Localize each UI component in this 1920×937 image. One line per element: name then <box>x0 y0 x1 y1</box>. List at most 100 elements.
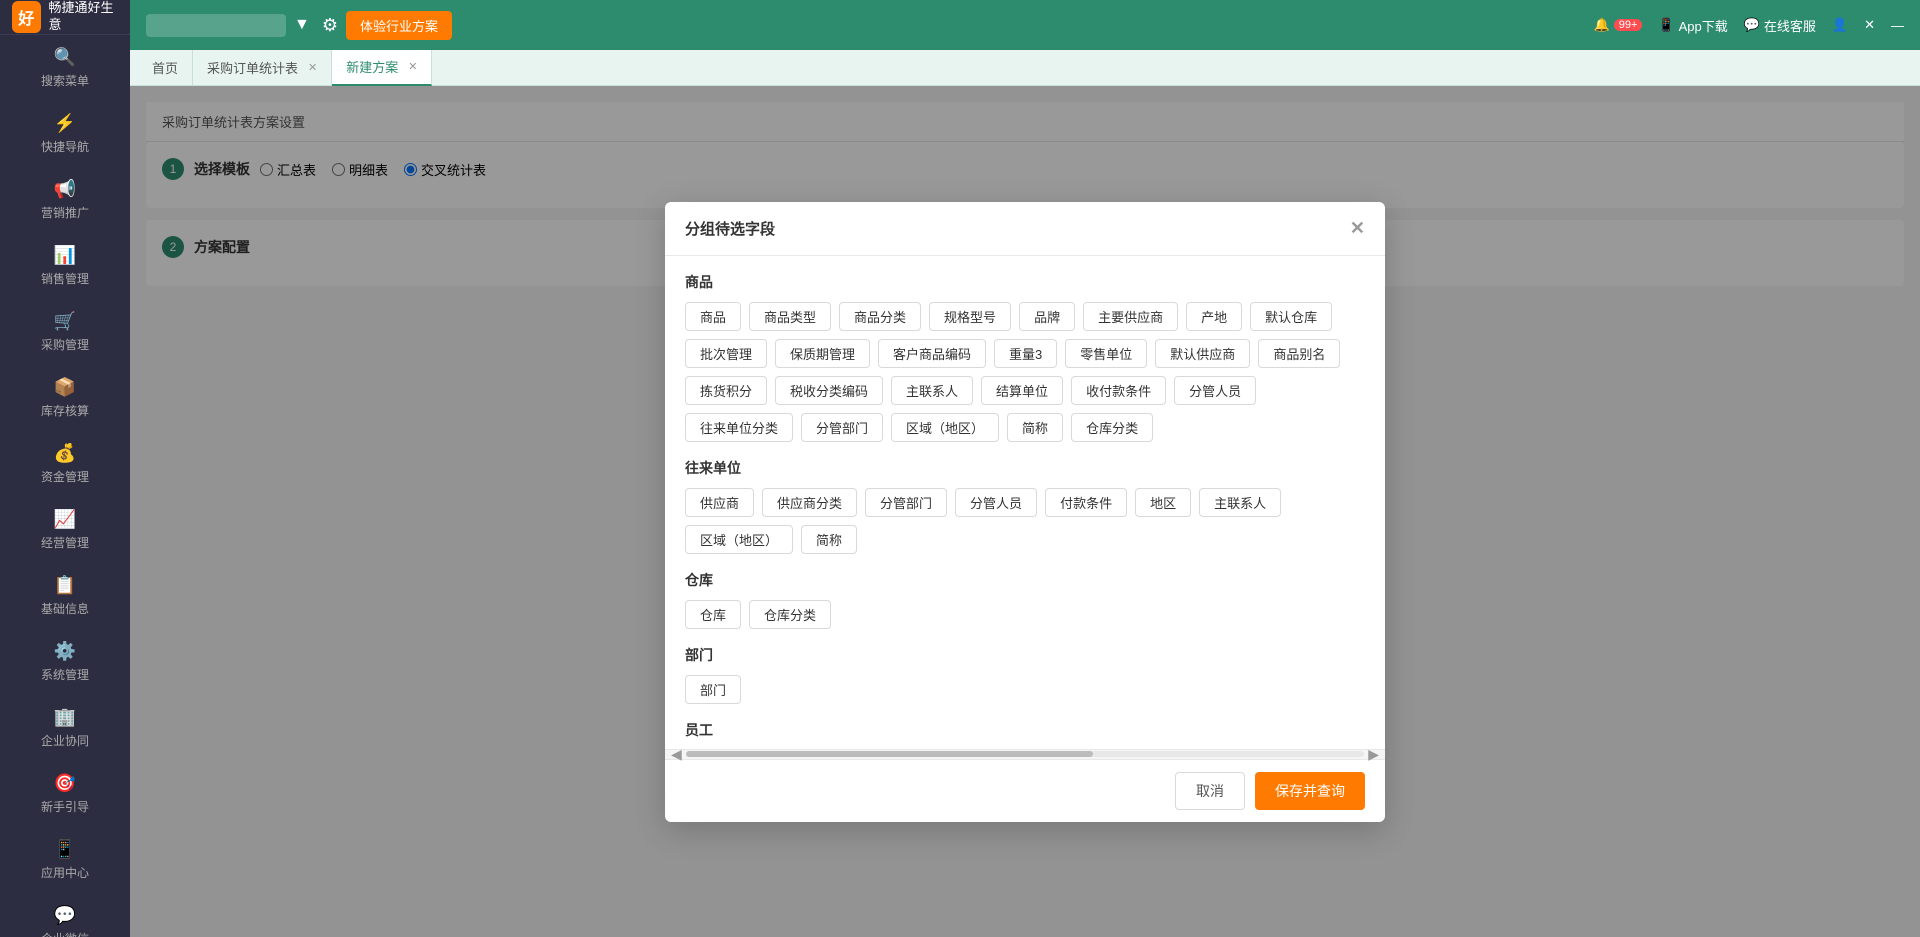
sidebar-item-sales[interactable]: 📊 销售管理 <box>0 233 130 299</box>
field-tag-地区[interactable]: 地区 <box>1135 488 1191 517</box>
sidebar-item-system[interactable]: ⚙️系统管理 <box>0 629 130 695</box>
basic-icon: 📋 <box>54 575 76 596</box>
field-tag-分管部门[interactable]: 分管部门 <box>801 413 883 442</box>
cancel-button[interactable]: 取消 <box>1175 772 1245 810</box>
experience-btn[interactable]: 体验行业方案 <box>346 11 452 40</box>
field-tag-重量3[interactable]: 重量3 <box>994 339 1057 368</box>
field-tag-客户商品编码[interactable]: 客户商品编码 <box>878 339 986 368</box>
field-tag-供应商分类[interactable]: 供应商分类 <box>762 488 857 517</box>
sidebar-item-guide[interactable]: 🎯新手引导 <box>0 761 130 827</box>
service-icon: 💬 <box>1744 17 1760 33</box>
sidebar-item-marketing[interactable]: 📢营销推广 <box>0 167 130 233</box>
field-tag-区域（地区）[interactable]: 区域（地区） <box>685 525 793 554</box>
sidebar-item-label: 应用中心 <box>41 864 89 881</box>
field-tag-区域（地区）[interactable]: 区域（地区） <box>891 413 999 442</box>
field-tag-默认仓库[interactable]: 默认仓库 <box>1250 302 1332 331</box>
field-grid-product: 商品商品类型商品分类规格型号品牌主要供应商产地默认仓库批次管理保质期管理客户商品… <box>685 302 1365 442</box>
section-product: 商品商品商品类型商品分类规格型号品牌主要供应商产地默认仓库批次管理保质期管理客户… <box>685 272 1365 442</box>
field-tag-收付款条件[interactable]: 收付款条件 <box>1071 376 1166 405</box>
sales-icon: 📊 <box>54 245 76 266</box>
field-tag-商品别名[interactable]: 商品别名 <box>1258 339 1340 368</box>
purchase-icon: 🛒 <box>54 311 76 332</box>
field-tag-拣货积分[interactable]: 拣货积分 <box>685 376 767 405</box>
tabbar: 首页采购订单统计表✕新建方案✕ <box>130 50 1920 86</box>
field-tag-税收分类编码[interactable]: 税收分类编码 <box>775 376 883 405</box>
field-tag-分管人员[interactable]: 分管人员 <box>1174 376 1256 405</box>
minimize-btn[interactable]: — <box>1891 18 1904 33</box>
modal-footer: 取消 保存并查询 <box>665 759 1385 822</box>
wechat-icon: 💬 <box>54 905 76 926</box>
modal-body: 商品商品商品类型商品分类规格型号品牌主要供应商产地默认仓库批次管理保质期管理客户… <box>665 256 1385 749</box>
sidebar-item-label: 库存核算 <box>41 402 89 419</box>
hscroll-left-arrow[interactable]: ◀ <box>667 746 686 763</box>
logo-icon: 好 <box>12 1 41 33</box>
field-tag-规格型号[interactable]: 规格型号 <box>929 302 1011 331</box>
sidebar-item-finance[interactable]: 💰资金管理 <box>0 431 130 497</box>
online-service-item[interactable]: 💬 在线客服 <box>1744 16 1816 35</box>
topbar-right: 🔔 99+ 📱 App下载 💬 在线客服 👤 ✕ — <box>1594 16 1904 35</box>
sidebar-item-purchase[interactable]: 🛒采购管理 <box>0 299 130 365</box>
confirm-button[interactable]: 保存并查询 <box>1255 772 1365 810</box>
topbar-left: ▼ ⚙ 体验行业方案 <box>146 11 452 40</box>
operation-icon: 📈 <box>54 509 76 530</box>
tab-close-icon[interactable]: ✕ <box>308 61 317 74</box>
field-tag-商品类型[interactable]: 商品类型 <box>749 302 831 331</box>
tab-采购订单统计表[interactable]: 采购订单统计表✕ <box>193 50 332 86</box>
field-tag-商品[interactable]: 商品 <box>685 302 741 331</box>
notification-icon: 🔔 <box>1594 17 1610 33</box>
field-tag-往来单位分类[interactable]: 往来单位分类 <box>685 413 793 442</box>
sidebar-item-inventory[interactable]: 📦库存核算 <box>0 365 130 431</box>
hscroll-thumb <box>686 751 1093 757</box>
field-tag-部门[interactable]: 部门 <box>685 675 741 704</box>
field-tag-简称[interactable]: 简称 <box>1007 413 1063 442</box>
sidebar-item-enterprise[interactable]: 🏢企业协同 <box>0 695 130 761</box>
close-btn[interactable]: ✕ <box>1864 17 1875 33</box>
field-tag-品牌[interactable]: 品牌 <box>1019 302 1075 331</box>
modal-close-icon[interactable]: ✕ <box>1350 218 1365 239</box>
field-tag-仓库分类[interactable]: 仓库分类 <box>749 600 831 629</box>
tab-首页[interactable]: 首页 <box>138 50 193 86</box>
sidebar-item-label: 基础信息 <box>41 600 89 617</box>
search-input[interactable] <box>146 14 286 37</box>
user-avatar[interactable]: 👤 <box>1832 17 1848 33</box>
settings-gear-icon[interactable]: ⚙ <box>322 15 338 36</box>
sidebar-item-label: 营销推广 <box>41 204 89 221</box>
field-tag-批次管理[interactable]: 批次管理 <box>685 339 767 368</box>
sidebar-item-wechat[interactable]: 💬企业微信 <box>0 893 130 937</box>
field-grid-warehouse: 仓库仓库分类 <box>685 600 1365 629</box>
section-warehouse: 仓库仓库仓库分类 <box>685 570 1365 629</box>
tab-新建方案[interactable]: 新建方案✕ <box>332 50 432 86</box>
field-tag-默认供应商[interactable]: 默认供应商 <box>1155 339 1250 368</box>
sidebar-item-operation[interactable]: 📈经营管理 <box>0 497 130 563</box>
field-tag-保质期管理[interactable]: 保质期管理 <box>775 339 870 368</box>
field-tag-结算单位[interactable]: 结算单位 <box>981 376 1063 405</box>
quick-icon: ⚡ <box>54 113 76 134</box>
field-tag-付款条件[interactable]: 付款条件 <box>1045 488 1127 517</box>
field-tag-产地[interactable]: 产地 <box>1186 302 1242 331</box>
logo-text: 畅捷通好生意 <box>49 0 119 34</box>
field-tag-仓库[interactable]: 仓库 <box>685 600 741 629</box>
field-tag-供应商[interactable]: 供应商 <box>685 488 754 517</box>
field-tag-零售单位[interactable]: 零售单位 <box>1065 339 1147 368</box>
sidebar-item-basic[interactable]: 📋 基础信息 <box>0 563 130 629</box>
dropdown-icon[interactable]: ▼ <box>294 16 310 34</box>
field-tag-主要供应商[interactable]: 主要供应商 <box>1083 302 1178 331</box>
sidebar-item-apps[interactable]: 📱应用中心 <box>0 827 130 893</box>
sidebar-item-search[interactable]: 🔍搜索菜单 <box>0 35 130 101</box>
sidebar-item-label: 快捷导航 <box>41 138 89 155</box>
sidebar-item-quick[interactable]: ⚡ 快捷导航 <box>0 101 130 167</box>
field-tag-简称[interactable]: 简称 <box>801 525 857 554</box>
field-tag-主联系人[interactable]: 主联系人 <box>1199 488 1281 517</box>
section-title-staff: 员工 <box>685 720 1365 740</box>
tab-close-icon[interactable]: ✕ <box>408 60 417 73</box>
sidebar-item-label: 销售管理 <box>41 270 89 287</box>
field-tag-主联系人[interactable]: 主联系人 <box>891 376 973 405</box>
sidebar-item-label: 新手引导 <box>41 798 89 815</box>
field-tag-分管人员[interactable]: 分管人员 <box>955 488 1037 517</box>
field-tag-分管部门[interactable]: 分管部门 <box>865 488 947 517</box>
field-tag-仓库分类[interactable]: 仓库分类 <box>1071 413 1153 442</box>
app-download-item[interactable]: 📱 App下载 <box>1658 16 1727 35</box>
hscroll-right-arrow[interactable]: ▶ <box>1364 746 1383 763</box>
notification-item[interactable]: 🔔 99+ <box>1594 17 1643 33</box>
field-tag-商品分类[interactable]: 商品分类 <box>839 302 921 331</box>
